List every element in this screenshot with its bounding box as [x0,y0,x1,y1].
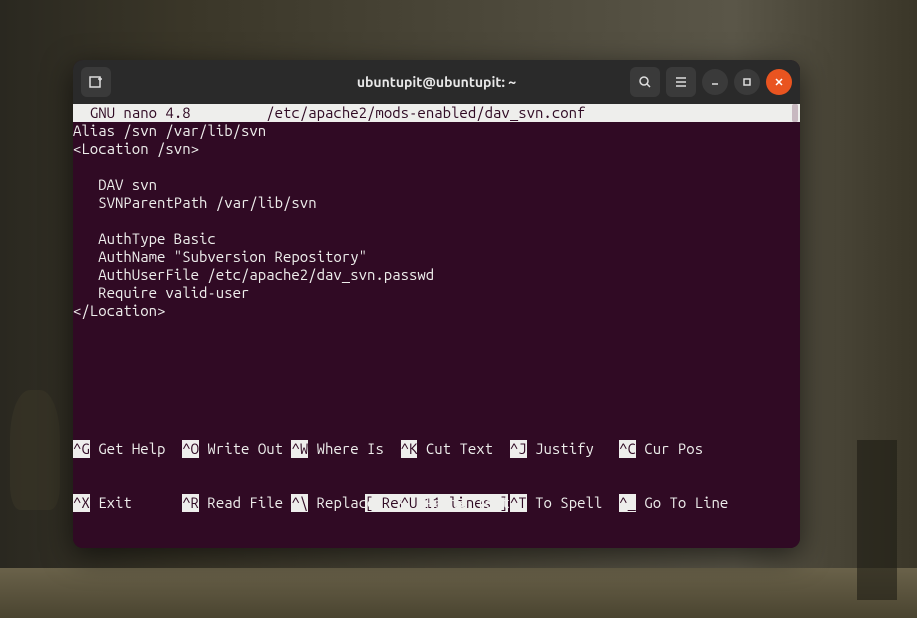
shortcut-label: Paste Text [417,494,509,512]
shortcut-key: ^_ [619,494,636,512]
shortcut: ^W Where Is [291,440,400,458]
shortcut-key: ^K [401,440,418,458]
nano-version: GNU nano 4.8 [90,104,191,121]
shortcut-label: Justify [527,440,619,458]
shortcut-label: Cur Pos [636,440,703,458]
shortcut-label: Go To Line [636,494,728,512]
shortcut: ^K Cut Text [401,440,510,458]
maximize-button[interactable] [734,69,760,95]
nano-filename: /etc/apache2/mods-enabled/dav_svn.conf [266,104,585,121]
scrollbar-thumb[interactable] [792,104,798,122]
shortcut-label: Where Is [308,440,400,458]
desktop-background-shape [10,390,60,510]
titlebar[interactable]: ubuntupit@ubuntupit: ~ [73,60,800,104]
shortcut: ^R Read File [182,494,291,512]
shortcuts-bar: ^G Get Help ^O Write Out ^W Where Is ^K … [73,404,800,548]
shortcut-key: ^O [182,440,199,458]
shortcut: ^_ Go To Line [619,494,728,512]
shortcut: ^U Paste Text [401,494,510,512]
shortcut-key: ^C [619,440,636,458]
shortcut-key: ^W [291,440,308,458]
shortcut-label: Get Help [90,440,182,458]
terminal-window: ubuntupit@ubuntupit: ~ GNU nano 4.8 /etc… [73,60,800,548]
shortcut-key: ^\ [291,494,308,512]
terminal-body[interactable]: GNU nano 4.8 /etc/apache2/mods-enabled/d… [73,104,800,548]
shortcut-label: To Spell [527,494,619,512]
shortcut: ^T To Spell [510,494,619,512]
shortcut-key: ^R [182,494,199,512]
shortcut-key: ^U [401,494,418,512]
close-button[interactable] [766,69,792,95]
shortcut: ^\ Replace [291,494,400,512]
shortcut: ^X Exit [73,494,182,512]
nano-header: GNU nano 4.8 /etc/apache2/mods-enabled/d… [73,104,800,122]
shortcut-label: Read File [199,494,291,512]
shortcut-key: ^X [73,494,90,512]
menu-button[interactable] [666,67,696,97]
shortcut-key: ^T [510,494,527,512]
shortcut: ^G Get Help [73,440,182,458]
shortcut: ^J Justify [510,440,619,458]
shortcut-label: Cut Text [417,440,509,458]
minimize-button[interactable] [702,69,728,95]
shortcut-label: Replace [308,494,400,512]
editor-content[interactable]: Alias /svn /var/lib/svn <Location /svn> … [73,122,800,320]
shortcut-label: Write Out [199,440,291,458]
shortcut-label: Exit [90,494,182,512]
desktop-background-shape [857,440,897,600]
shortcut: ^C Cur Pos [619,440,703,458]
desktop-background-floor [0,568,917,618]
new-tab-button[interactable] [81,67,111,97]
shortcut: ^O Write Out [182,440,291,458]
search-button[interactable] [630,67,660,97]
shortcut-key: ^G [73,440,90,458]
shortcut-key: ^J [510,440,527,458]
